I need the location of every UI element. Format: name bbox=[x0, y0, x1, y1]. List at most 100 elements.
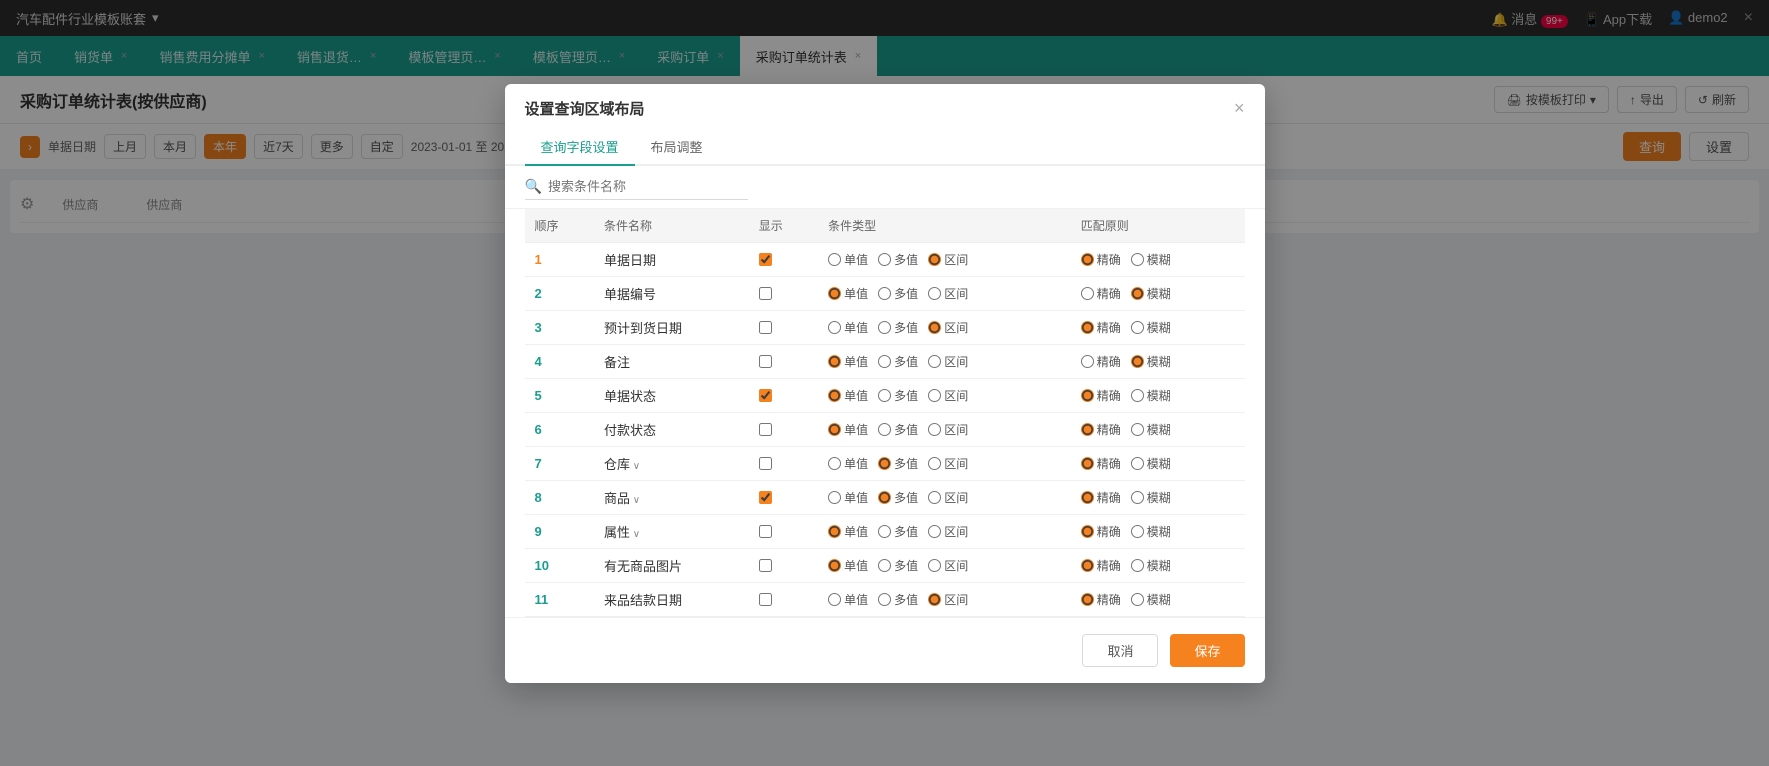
match-fuzzy-radio[interactable] bbox=[1131, 491, 1144, 504]
type-range-radio[interactable] bbox=[928, 593, 941, 606]
type-multi-radio[interactable] bbox=[878, 593, 891, 606]
cell-match: 精确模糊 bbox=[1071, 480, 1245, 514]
seq-number: 9 bbox=[535, 524, 542, 539]
match-fuzzy-radio[interactable] bbox=[1131, 355, 1144, 368]
match-exact-radio[interactable] bbox=[1081, 491, 1094, 504]
cancel-button[interactable]: 取消 bbox=[1082, 634, 1158, 667]
cell-seq: 1 bbox=[525, 242, 594, 276]
display-checkbox[interactable] bbox=[759, 593, 772, 606]
type-range-radio[interactable] bbox=[928, 389, 941, 402]
match-fuzzy-radio[interactable] bbox=[1131, 593, 1144, 606]
match-exact-radio[interactable] bbox=[1081, 389, 1094, 402]
match-fuzzy-radio[interactable] bbox=[1131, 389, 1144, 402]
type-range-radio[interactable] bbox=[928, 355, 941, 368]
type-range-radio[interactable] bbox=[928, 423, 941, 436]
col-name: 条件名称 bbox=[594, 209, 749, 243]
cell-display[interactable] bbox=[749, 582, 818, 616]
cell-match: 精确模糊 bbox=[1071, 276, 1245, 310]
match-radio-group: 精确模糊 bbox=[1081, 353, 1235, 370]
display-checkbox[interactable] bbox=[759, 389, 772, 402]
dropdown-arrow-icon: ∨ bbox=[630, 529, 640, 540]
match-radio-group: 精确模糊 bbox=[1081, 557, 1235, 574]
cell-display[interactable] bbox=[749, 344, 818, 378]
display-checkbox[interactable] bbox=[759, 525, 772, 538]
type-multi-radio[interactable] bbox=[878, 253, 891, 266]
display-checkbox[interactable] bbox=[759, 457, 772, 470]
display-checkbox[interactable] bbox=[759, 287, 772, 300]
match-exact-radio[interactable] bbox=[1081, 253, 1094, 266]
modal-tab-query-fields[interactable]: 查询字段设置 bbox=[525, 129, 635, 166]
type-range-radio[interactable] bbox=[928, 253, 941, 266]
display-checkbox[interactable] bbox=[759, 321, 772, 334]
type-single-radio[interactable] bbox=[828, 389, 841, 402]
match-fuzzy-radio[interactable] bbox=[1131, 253, 1144, 266]
type-multi-radio[interactable] bbox=[878, 491, 891, 504]
type-range-radio[interactable] bbox=[928, 287, 941, 300]
modal-close-button[interactable]: × bbox=[1234, 99, 1245, 117]
type-range-radio[interactable] bbox=[928, 525, 941, 538]
type-range-radio[interactable] bbox=[928, 457, 941, 470]
cell-display[interactable] bbox=[749, 412, 818, 446]
type-single-radio[interactable] bbox=[828, 321, 841, 334]
match-fuzzy-radio[interactable] bbox=[1131, 559, 1144, 572]
type-single-radio[interactable] bbox=[828, 253, 841, 266]
match-exact-radio[interactable] bbox=[1081, 287, 1094, 300]
type-single-radio[interactable] bbox=[828, 593, 841, 606]
table-row: 1单据日期单值多值区间精确模糊 bbox=[525, 242, 1245, 276]
display-checkbox[interactable] bbox=[759, 559, 772, 572]
match-radio-group: 精确模糊 bbox=[1081, 523, 1235, 540]
search-icon: 🔍 bbox=[525, 178, 542, 195]
type-multi-radio[interactable] bbox=[878, 559, 891, 572]
match-exact-radio[interactable] bbox=[1081, 593, 1094, 606]
modal-tab-layout[interactable]: 布局调整 bbox=[635, 129, 719, 166]
type-range-radio[interactable] bbox=[928, 321, 941, 334]
display-checkbox[interactable] bbox=[759, 491, 772, 504]
type-range-radio[interactable] bbox=[928, 559, 941, 572]
seq-number: 10 bbox=[535, 558, 549, 573]
search-input-wrapper: 🔍 bbox=[525, 178, 748, 200]
match-fuzzy-radio[interactable] bbox=[1131, 525, 1144, 538]
save-button[interactable]: 保存 bbox=[1170, 634, 1244, 667]
type-multi-radio[interactable] bbox=[878, 457, 891, 470]
type-multi-radio[interactable] bbox=[878, 389, 891, 402]
search-input[interactable] bbox=[548, 179, 748, 194]
type-multi-radio[interactable] bbox=[878, 321, 891, 334]
display-checkbox[interactable] bbox=[759, 253, 772, 266]
type-multi-radio[interactable] bbox=[878, 287, 891, 300]
match-exact-radio[interactable] bbox=[1081, 525, 1094, 538]
type-multi-radio[interactable] bbox=[878, 355, 891, 368]
cell-display[interactable] bbox=[749, 446, 818, 480]
type-single-radio[interactable] bbox=[828, 457, 841, 470]
cell-display[interactable] bbox=[749, 548, 818, 582]
match-exact-radio[interactable] bbox=[1081, 355, 1094, 368]
modal-overlay: 设置查询区域布局 × 查询字段设置 布局调整 🔍 顺序 bbox=[0, 0, 1769, 766]
type-single-radio[interactable] bbox=[828, 525, 841, 538]
cell-display[interactable] bbox=[749, 480, 818, 514]
cell-display[interactable] bbox=[749, 242, 818, 276]
type-single-radio[interactable] bbox=[828, 287, 841, 300]
col-type: 条件类型 bbox=[818, 209, 1071, 243]
type-radio-group: 单值多值区间 bbox=[828, 591, 1061, 608]
match-exact-radio[interactable] bbox=[1081, 423, 1094, 436]
match-exact-radio[interactable] bbox=[1081, 321, 1094, 334]
type-range-radio[interactable] bbox=[928, 491, 941, 504]
cell-display[interactable] bbox=[749, 378, 818, 412]
match-fuzzy-radio[interactable] bbox=[1131, 287, 1144, 300]
type-single-radio[interactable] bbox=[828, 559, 841, 572]
cell-display[interactable] bbox=[749, 310, 818, 344]
cell-seq: 6 bbox=[525, 412, 594, 446]
display-checkbox[interactable] bbox=[759, 355, 772, 368]
type-single-radio[interactable] bbox=[828, 423, 841, 436]
match-fuzzy-radio[interactable] bbox=[1131, 423, 1144, 436]
type-multi-radio[interactable] bbox=[878, 423, 891, 436]
cell-display[interactable] bbox=[749, 514, 818, 548]
match-exact-radio[interactable] bbox=[1081, 457, 1094, 470]
match-exact-radio[interactable] bbox=[1081, 559, 1094, 572]
display-checkbox[interactable] bbox=[759, 423, 772, 436]
type-single-radio[interactable] bbox=[828, 355, 841, 368]
type-single-radio[interactable] bbox=[828, 491, 841, 504]
match-fuzzy-radio[interactable] bbox=[1131, 321, 1144, 334]
match-fuzzy-radio[interactable] bbox=[1131, 457, 1144, 470]
cell-display[interactable] bbox=[749, 276, 818, 310]
type-multi-radio[interactable] bbox=[878, 525, 891, 538]
